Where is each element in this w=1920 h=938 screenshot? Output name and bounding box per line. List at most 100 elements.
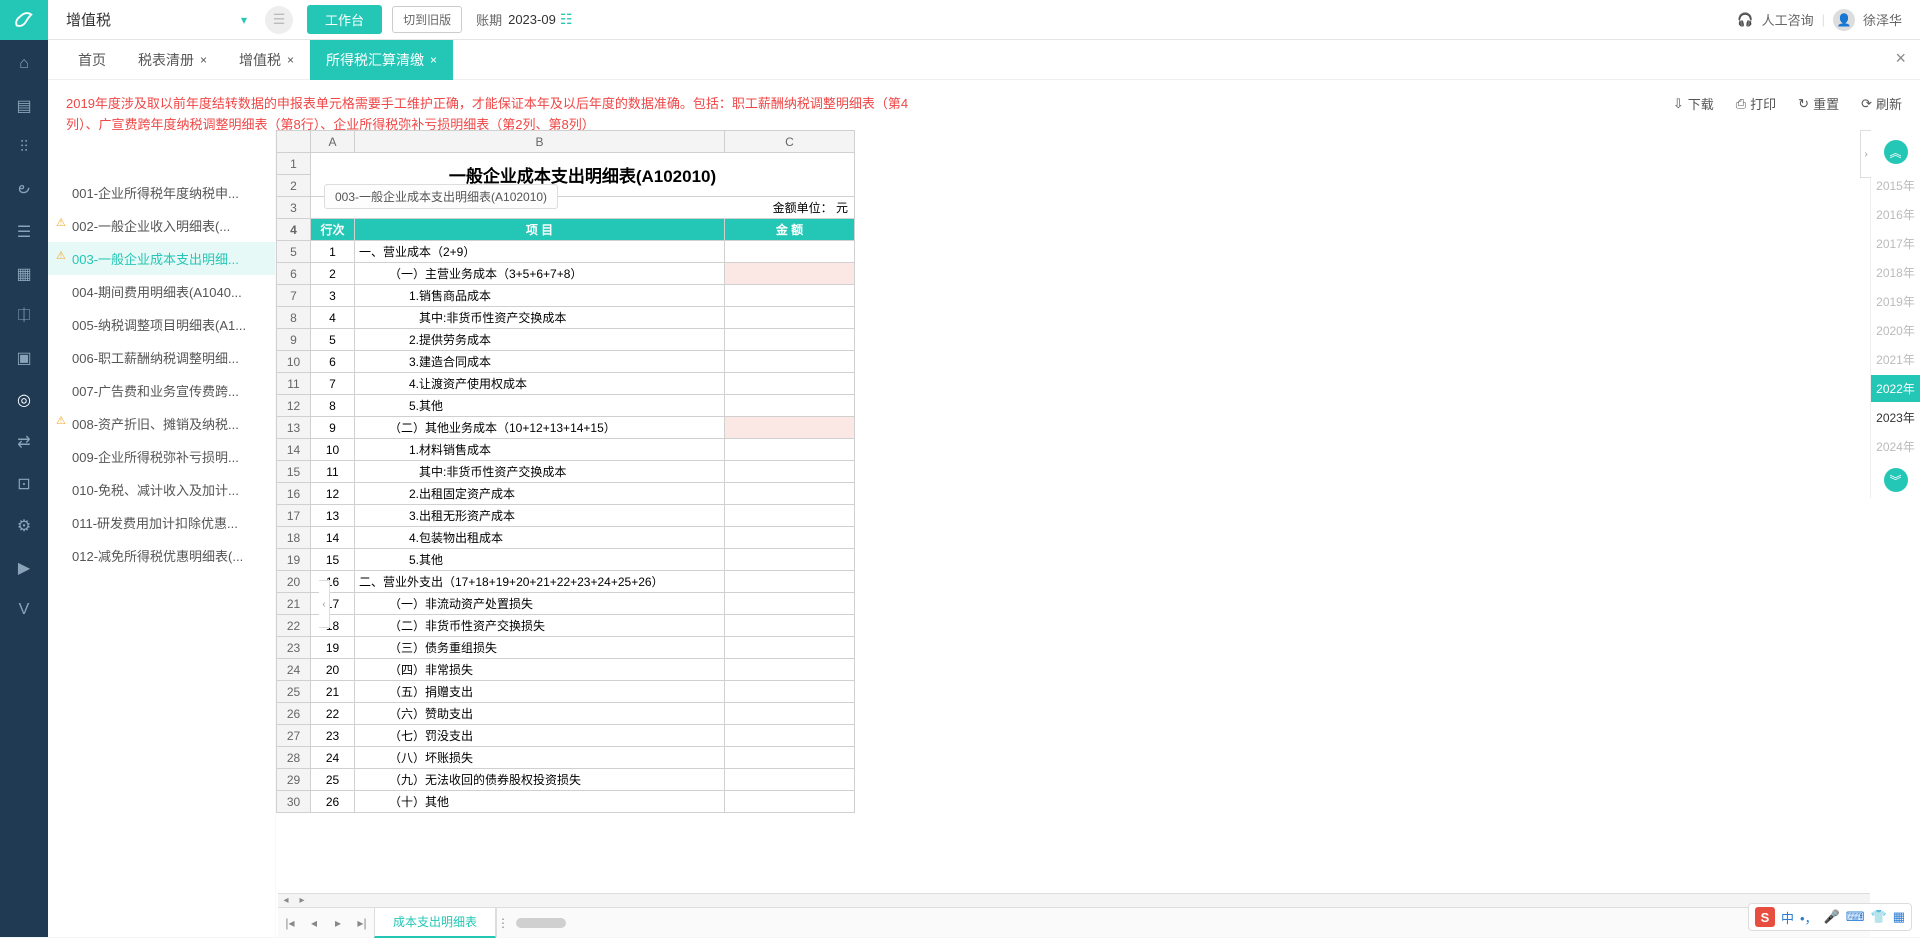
nav-inbox-icon[interactable]: ⊡ [12, 472, 36, 496]
tab-close-icon[interactable]: × [430, 53, 437, 67]
close-all-tabs[interactable]: × [1895, 48, 1906, 69]
scroll-left-icon[interactable]: ◂ [278, 894, 294, 907]
warning-icon: ⚠ [56, 216, 66, 229]
period-label: 账期 [476, 10, 502, 29]
ime-toolbox-icon[interactable]: ▦ [1893, 909, 1905, 925]
refresh-button[interactable]: ⟳ 刷新 [1861, 94, 1902, 113]
content-area: 001-企业所得税年度纳税申...⚠002-一般企业收入明细表(...⚠003-… [48, 130, 1870, 937]
warning-icon: ⚠ [56, 249, 66, 262]
tab-所得税汇算清缴[interactable]: 所得税汇算清缴× [310, 40, 453, 80]
year-2022年[interactable]: 2022年 [1871, 375, 1920, 402]
nav-report-icon[interactable]: ▦ [12, 262, 36, 286]
app-logo[interactable] [0, 0, 48, 40]
sheet-next-icon[interactable]: ▸ [326, 916, 350, 930]
username[interactable]: 徐泽华 [1863, 10, 1902, 29]
nav-video-icon[interactable]: ▶ [12, 556, 36, 580]
spreadsheet-area: 003-一般企业成本支出明细表(A102010) ABC1一般企业成本支出明细表… [276, 130, 1870, 937]
tab-税表清册[interactable]: 税表清册× [122, 40, 223, 80]
nav-calendar-icon[interactable]: ▣ [12, 346, 36, 370]
ime-toolbar[interactable]: S 中 •， 🎤 ⌨ 👕 ▦ [1748, 903, 1912, 931]
year-2020年[interactable]: 2020年 [1871, 317, 1920, 344]
chevron-down-icon: ▾ [241, 13, 247, 27]
reset-button[interactable]: ↻ 重置 [1798, 94, 1839, 113]
year-2017年[interactable]: 2017年 [1871, 230, 1920, 257]
tab-close-icon[interactable]: × [287, 53, 294, 67]
nav-tag-icon[interactable]: ⎅ [12, 304, 36, 328]
switch-old-button[interactable]: 切到旧版 [392, 6, 462, 33]
nav-clipboard-icon[interactable]: ☰ [12, 220, 36, 244]
tab-首页[interactable]: 首页 [62, 40, 122, 80]
tab-close-icon[interactable]: × [200, 53, 207, 67]
report-item[interactable]: 011-研发费用加计扣除优惠... [48, 506, 275, 539]
period-value[interactable]: 2023-09 [508, 12, 556, 27]
nav-home-icon[interactable]: ⌂ [12, 52, 36, 76]
year-2018年[interactable]: 2018年 [1871, 259, 1920, 286]
sheet-tab-active[interactable]: 成本支出明细表 [374, 908, 496, 938]
doc-icon[interactable]: ☰ [265, 6, 293, 34]
nav-chart-icon[interactable]: ⫶⫶ [12, 136, 36, 160]
support-link[interactable]: 人工咨询 [1762, 10, 1814, 29]
nav-book-icon[interactable]: ▤ [12, 94, 36, 118]
print-button[interactable]: ⎙ 打印 [1736, 94, 1776, 113]
year-2023年[interactable]: 2023年 [1871, 404, 1920, 431]
workspace-button[interactable]: 工作台 [307, 5, 382, 34]
nav-settings-icon[interactable]: ⚙ [12, 514, 36, 538]
ime-skin-icon[interactable]: 👕 [1871, 909, 1887, 925]
sheet-scroll-thumb[interactable] [516, 918, 566, 928]
ime-punct-icon[interactable]: •， [1800, 908, 1818, 927]
calendar-icon[interactable]: ☷ [560, 11, 573, 28]
sheet-last-icon[interactable]: ▸| [350, 916, 374, 930]
report-item[interactable]: 012-减免所得税优惠明细表(... [48, 539, 275, 572]
tab-增值税[interactable]: 增值税× [223, 40, 310, 80]
year-2021年[interactable]: 2021年 [1871, 346, 1920, 373]
report-item[interactable]: 001-企业所得税年度纳税申... [48, 176, 275, 209]
year-2019年[interactable]: 2019年 [1871, 288, 1920, 315]
scroll-right-icon[interactable]: ▸ [294, 894, 310, 907]
report-item[interactable]: 009-企业所得税弥补亏损明... [48, 440, 275, 473]
report-item[interactable]: 007-广告费和业务宣传费跨... [48, 374, 275, 407]
company-name: 增值税 [66, 9, 111, 30]
report-item[interactable]: 004-期间费用明细表(A1040... [48, 275, 275, 308]
ime-keyboard-icon[interactable]: ⌨ [1846, 909, 1865, 925]
report-item[interactable]: ⚠002-一般企业收入明细表(... [48, 209, 275, 242]
sheet-first-icon[interactable]: |◂ [278, 916, 302, 930]
reports-list: 001-企业所得税年度纳税申...⚠002-一般企业收入明细表(...⚠003-… [48, 130, 276, 937]
year-2024年[interactable]: 2024年 [1871, 433, 1920, 460]
year-2015年[interactable]: 2015年 [1871, 172, 1920, 199]
side-nav: ⌂ ▤ ⫶⫶ ౿ ☰ ▦ ⎅ ▣ ◎ ⇄ ⊡ ⚙ ▶ V [0, 40, 48, 937]
main-area: 首页税表清册×增值税×所得税汇算清缴×× 2019年度涉及取以前年度结转数据的申… [48, 40, 1920, 937]
spreadsheet[interactable]: ABC1一般企业成本支出明细表(A102010)23金额单位： 元4行次项 目金… [276, 130, 855, 813]
ime-logo-icon: S [1755, 907, 1775, 927]
horizontal-scrollbar[interactable]: ◂ ▸ [278, 893, 1870, 907]
report-item[interactable]: ⚠008-资产折旧、摊销及纳税... [48, 407, 275, 440]
nav-money-icon[interactable]: ౿ [12, 178, 36, 202]
nav-transfer-icon[interactable]: ⇄ [12, 430, 36, 454]
avatar-icon: 👤 [1833, 9, 1855, 31]
year-up-icon[interactable]: ︽ [1884, 140, 1908, 164]
year-down-icon[interactable]: ︾ [1884, 468, 1908, 492]
year-panel: › ︽ 2015年2016年2017年2018年2019年2020年2021年2… [1870, 130, 1920, 498]
report-item[interactable]: 006-职工薪酬纳税调整明细... [48, 341, 275, 374]
report-item[interactable]: ⚠003-一般企业成本支出明细... [48, 242, 275, 275]
sheet-tab-bar: |◂ ◂ ▸ ▸| 成本支出明细表 ⋮ ▸ [278, 907, 1870, 937]
ime-mic-icon[interactable]: 🎤 [1824, 909, 1840, 925]
tab-bar: 首页税表清册×增值税×所得税汇算清缴×× [48, 40, 1920, 80]
nav-v-icon[interactable]: V [12, 598, 36, 622]
report-item[interactable]: 010-免税、减计收入及加计... [48, 473, 275, 506]
headset-icon: 🎧 [1737, 12, 1753, 28]
expand-year-handle[interactable]: › [1860, 130, 1871, 178]
company-selector[interactable]: 增值税 ▾ [48, 9, 265, 30]
sheet-breadcrumb: 003-一般企业成本支出明细表(A102010) [324, 184, 558, 209]
ime-lang[interactable]: 中 [1781, 908, 1794, 927]
collapse-sidebar-handle[interactable]: ‹ [319, 580, 330, 628]
sheet-prev-icon[interactable]: ◂ [302, 916, 326, 930]
nav-tax-icon[interactable]: ◎ [12, 388, 36, 412]
report-item[interactable]: 005-纳税调整项目明细表(A1... [48, 308, 275, 341]
sheet-tab-resize[interactable]: ⋮ [496, 908, 506, 937]
download-button[interactable]: ⇩ 下载 [1673, 94, 1714, 113]
year-2016年[interactable]: 2016年 [1871, 201, 1920, 228]
action-bar: ⇩ 下载 ⎙ 打印 ↻ 重置 ⟳ 刷新 [1673, 94, 1902, 113]
sheet-scroll-track[interactable] [516, 917, 1836, 929]
top-bar: 增值税 ▾ ☰ 工作台 切到旧版 账期 2023-09 ☷ 🎧 人工咨询 | 👤… [0, 0, 1920, 40]
warning-icon: ⚠ [56, 414, 66, 427]
